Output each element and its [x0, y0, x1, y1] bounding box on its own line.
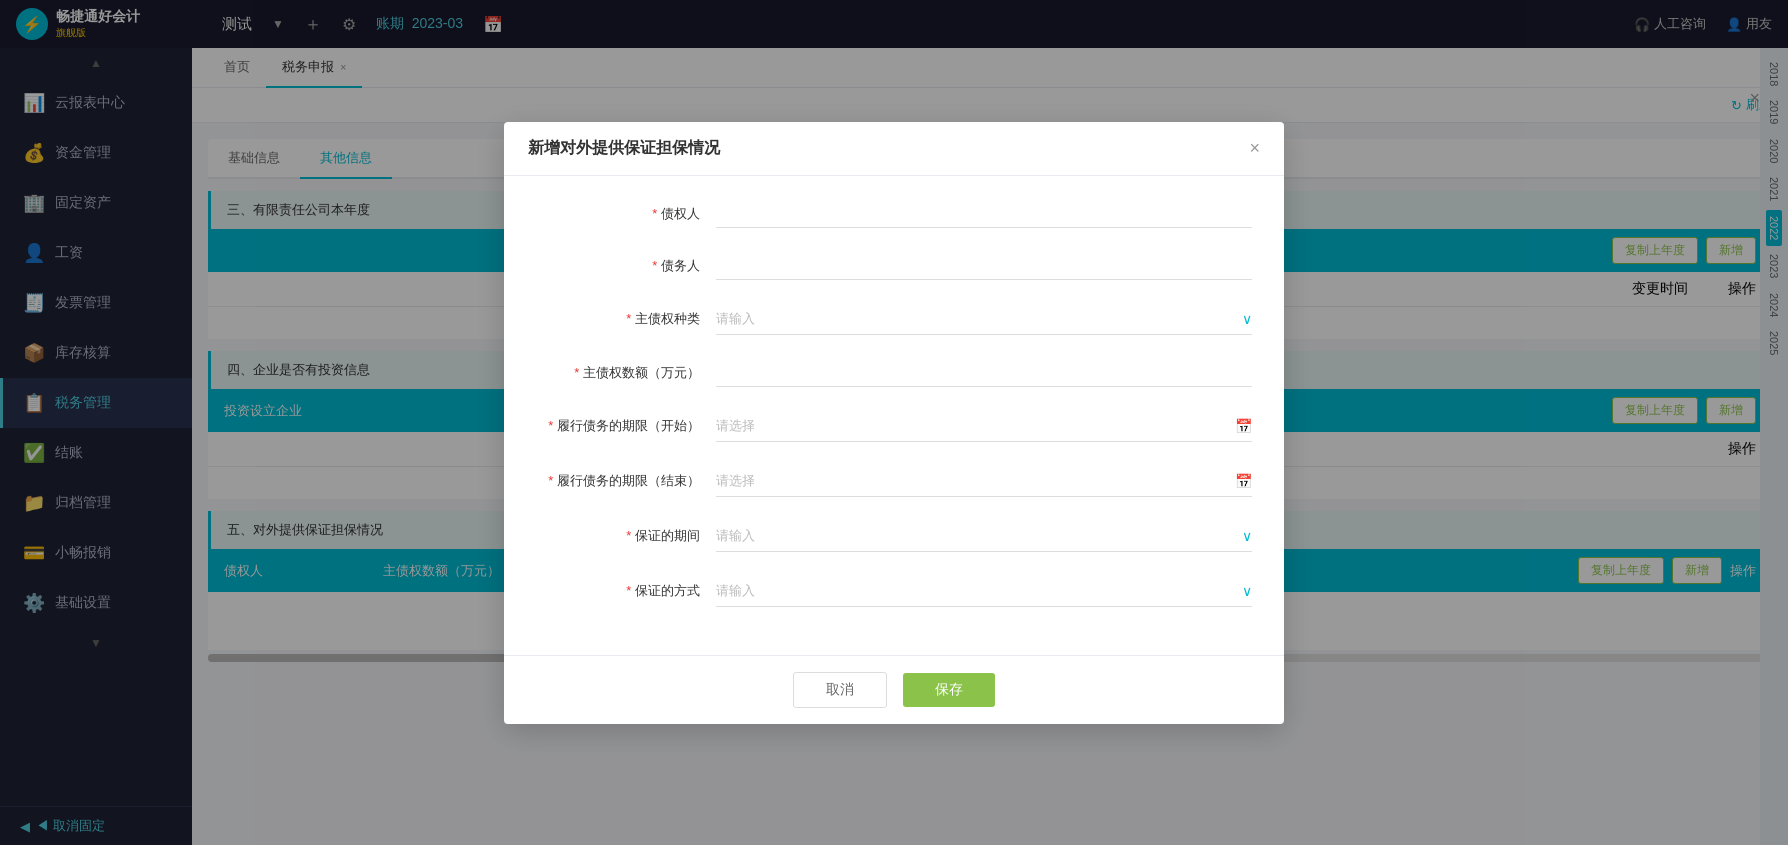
- form-row-claim-type: * 主债权种类 请输入 ∨: [536, 304, 1252, 335]
- guarantee-method-field: 请输入 ∨: [716, 576, 1252, 607]
- period-end-date[interactable]: 请选择 📅: [716, 466, 1252, 497]
- form-row-claim-amount: * 主债权数额（万元）: [536, 359, 1252, 387]
- modal-header: 新增对外提供保证担保情况 ×: [504, 122, 1284, 176]
- guarantee-method-arrow-icon: ∨: [1242, 583, 1252, 599]
- claim-type-label: * 主债权种类: [536, 310, 716, 328]
- form-row-guarantee-period: * 保证的期间 请输入 ∨: [536, 521, 1252, 552]
- cancel-button[interactable]: 取消: [793, 672, 887, 708]
- claim-type-arrow-icon: ∨: [1242, 311, 1252, 327]
- modal-footer: 取消 保存: [504, 655, 1284, 724]
- creditor-field: [716, 200, 1252, 228]
- modal-dialog: 新增对外提供保证担保情况 × * 债权人 * 债务人: [504, 122, 1284, 724]
- form-row-guarantee-method: * 保证的方式 请输入 ∨: [536, 576, 1252, 607]
- modal-body: * 债权人 * 债务人 *: [504, 176, 1284, 655]
- creditor-label: * 债权人: [536, 205, 716, 223]
- modal-close-btn[interactable]: ×: [1249, 139, 1260, 157]
- save-button[interactable]: 保存: [903, 673, 995, 707]
- period-end-field: 请选择 📅: [716, 466, 1252, 497]
- debtor-label: * 债务人: [536, 257, 716, 275]
- guarantee-period-select[interactable]: 请输入 ∨: [716, 521, 1252, 552]
- claim-amount-field: [716, 359, 1252, 387]
- period-end-label: * 履行债务的期限（结束）: [536, 472, 716, 490]
- period-start-label: * 履行债务的期限（开始）: [536, 417, 716, 435]
- modal-overlay: 新增对外提供保证担保情况 × * 债权人 * 债务人: [0, 0, 1788, 845]
- debtor-input[interactable]: [716, 252, 1252, 280]
- modal-title: 新增对外提供保证担保情况: [528, 138, 720, 159]
- creditor-input[interactable]: [716, 200, 1252, 228]
- guarantee-method-select[interactable]: 请输入 ∨: [716, 576, 1252, 607]
- claim-amount-input[interactable]: [716, 359, 1252, 387]
- period-start-calendar-icon: 📅: [1235, 418, 1252, 434]
- period-end-calendar-icon: 📅: [1235, 473, 1252, 489]
- period-start-field: 请选择 📅: [716, 411, 1252, 442]
- form-row-period-start: * 履行债务的期限（开始） 请选择 📅: [536, 411, 1252, 442]
- guarantee-period-arrow-icon: ∨: [1242, 528, 1252, 544]
- claim-type-select[interactable]: 请输入 ∨: [716, 304, 1252, 335]
- guarantee-period-field: 请输入 ∨: [716, 521, 1252, 552]
- form-row-creditor: * 债权人: [536, 200, 1252, 228]
- period-start-date[interactable]: 请选择 📅: [716, 411, 1252, 442]
- claim-amount-label: * 主债权数额（万元）: [536, 364, 716, 382]
- form-row-debtor: * 债务人: [536, 252, 1252, 280]
- debtor-field: [716, 252, 1252, 280]
- guarantee-period-label: * 保证的期间: [536, 527, 716, 545]
- form-row-period-end: * 履行债务的期限（结束） 请选择 📅: [536, 466, 1252, 497]
- claim-type-field: 请输入 ∨: [716, 304, 1252, 335]
- guarantee-method-label: * 保证的方式: [536, 582, 716, 600]
